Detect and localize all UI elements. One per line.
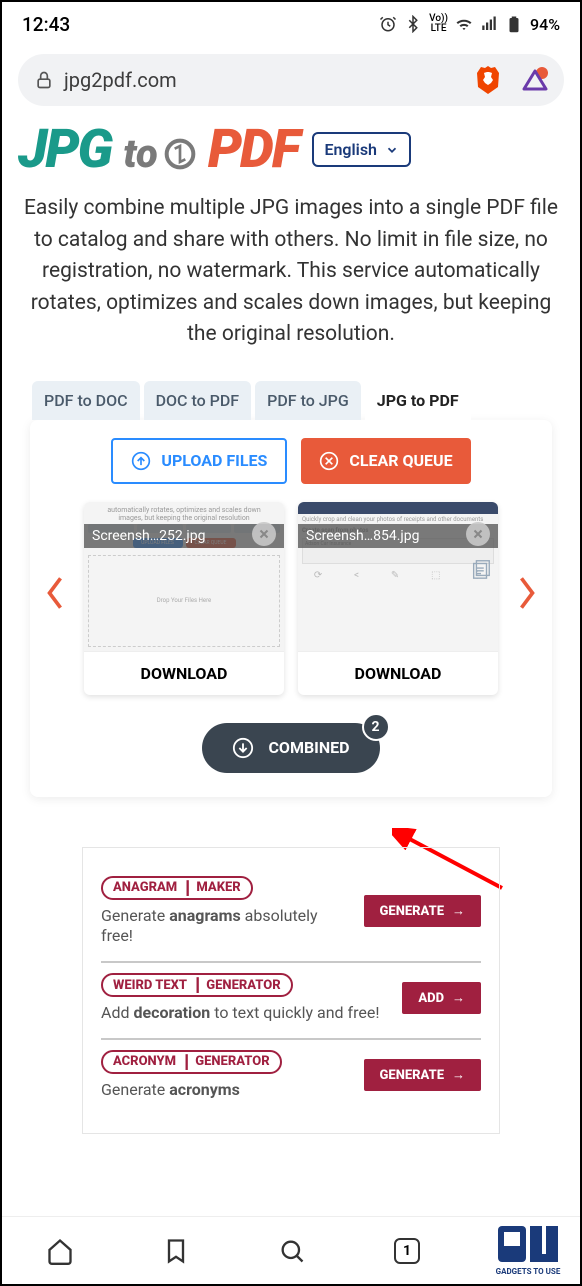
thumb-download-button[interactable]: DOWNLOAD (84, 652, 284, 695)
tab-doc-to-pdf[interactable]: DOC to PDF (144, 381, 252, 420)
thumb-remove-button[interactable] (466, 522, 490, 546)
status-bar: 12:43 Vo))LTE 94% (2, 2, 580, 46)
tab-pdf-to-jpg[interactable]: PDF to JPG (255, 381, 361, 420)
language-select[interactable]: English (312, 132, 411, 167)
chevron-down-icon (385, 143, 399, 157)
tabs-button[interactable]: 1 (394, 1238, 420, 1264)
ad-chip: ANAGRAM▐MAKER (101, 876, 253, 900)
status-time: 12:43 (22, 13, 70, 36)
browser-menu-icon[interactable] (522, 67, 548, 93)
ad-generate-button[interactable]: GENERATE→ (364, 895, 481, 927)
ad-item: ACRONYM▐GENERATOR Generate acronyms GENE… (101, 1040, 481, 1115)
upload-files-button[interactable]: UPLOAD FILES (111, 438, 287, 484)
ad-generate-button[interactable]: GENERATE→ (364, 1059, 481, 1091)
file-carousel: automatically rotates, optimizes and sca… (42, 502, 540, 695)
logo-jpg: JPG (18, 118, 111, 181)
bookmark-icon[interactable] (162, 1237, 190, 1265)
tab-jpg-to-pdf[interactable]: JPG to PDF (365, 381, 471, 420)
language-label: English (324, 140, 377, 159)
address-bar[interactable]: jpg2pdf.com (18, 54, 564, 106)
ads-panel: ANAGRAM▐MAKER Generate anagrams absolute… (82, 847, 500, 1134)
ad-desc: Add decoration to text quickly and free! (101, 1003, 390, 1024)
ad-item: ANAGRAM▐MAKER Generate anagrams absolute… (101, 866, 481, 964)
upload-label: UPLOAD FILES (161, 451, 267, 470)
ad-add-button[interactable]: ADD→ (402, 982, 481, 1014)
clear-queue-button[interactable]: CLEAR QUEUE (301, 438, 470, 484)
logo-pdf: PDF (208, 118, 299, 181)
url-text: jpg2pdf.com (64, 68, 464, 92)
battery-icon (505, 15, 523, 33)
carousel-next[interactable] (514, 573, 540, 623)
bluetooth-icon (404, 15, 422, 33)
convert-icon (164, 138, 196, 170)
wifi-icon (455, 15, 473, 33)
close-icon (258, 528, 270, 540)
volte-icon: Vo))LTE (429, 14, 448, 34)
thumb-preview: automatically rotates, optimizes and sca… (84, 502, 284, 652)
search-icon[interactable] (278, 1237, 306, 1265)
upload-icon (131, 451, 151, 471)
battery-percent: 94% (530, 15, 560, 34)
signal-icon (480, 15, 498, 33)
download-combined-button[interactable]: COMBINED 2 (202, 723, 379, 773)
converter-card: UPLOAD FILES CLEAR QUEUE automatically r… (30, 420, 552, 797)
ad-desc: Generate anagrams absolutely free! (101, 906, 352, 948)
download-icon (232, 737, 254, 759)
alarm-icon (379, 15, 397, 33)
conversion-tabs: PDF to DOC DOC to PDF PDF to JPG JPG to … (32, 381, 550, 420)
thumb-download-button[interactable]: DOWNLOAD (298, 652, 498, 695)
thumb-preview: Quickly crop and clean your photos of re… (298, 502, 498, 652)
ad-chip: WEIRD TEXT▐GENERATOR (101, 973, 293, 997)
page-description: Easily combine multiple JPG images into … (16, 193, 566, 351)
action-buttons: UPLOAD FILES CLEAR QUEUE (42, 438, 540, 484)
thumb-remove-button[interactable] (252, 522, 276, 546)
ad-desc: Generate acronyms (101, 1080, 352, 1101)
gadgets-to-use-watermark: GADGETS TO USE (494, 1222, 574, 1278)
status-icons: Vo))LTE 94% (379, 14, 560, 34)
tab-pdf-to-doc[interactable]: PDF to DOC (32, 381, 140, 420)
logo-to: to (123, 130, 196, 177)
home-icon[interactable] (46, 1237, 74, 1265)
clear-icon (319, 451, 339, 471)
site-logo: JPG to PDF (18, 118, 298, 181)
ad-item: WEIRD TEXT▐GENERATOR Add decoration to t… (101, 963, 481, 1040)
brave-icon[interactable] (474, 66, 502, 94)
svg-text:GADGETS TO USE: GADGETS TO USE (496, 1267, 561, 1276)
logo-row: JPG to PDF English (18, 118, 564, 181)
combined-count-badge: 2 (362, 713, 390, 741)
lock-icon (34, 70, 54, 90)
tab-count-label: 1 (403, 1243, 411, 1259)
file-thumb: Quickly crop and clean your photos of re… (298, 502, 498, 695)
ad-chip: ACRONYM▐GENERATOR (101, 1050, 282, 1074)
combined-label: COMBINED (268, 738, 349, 757)
clear-label: CLEAR QUEUE (349, 451, 452, 470)
file-thumb: automatically rotates, optimizes and sca… (84, 502, 284, 695)
close-icon (472, 528, 484, 540)
carousel-prev[interactable] (42, 573, 68, 623)
